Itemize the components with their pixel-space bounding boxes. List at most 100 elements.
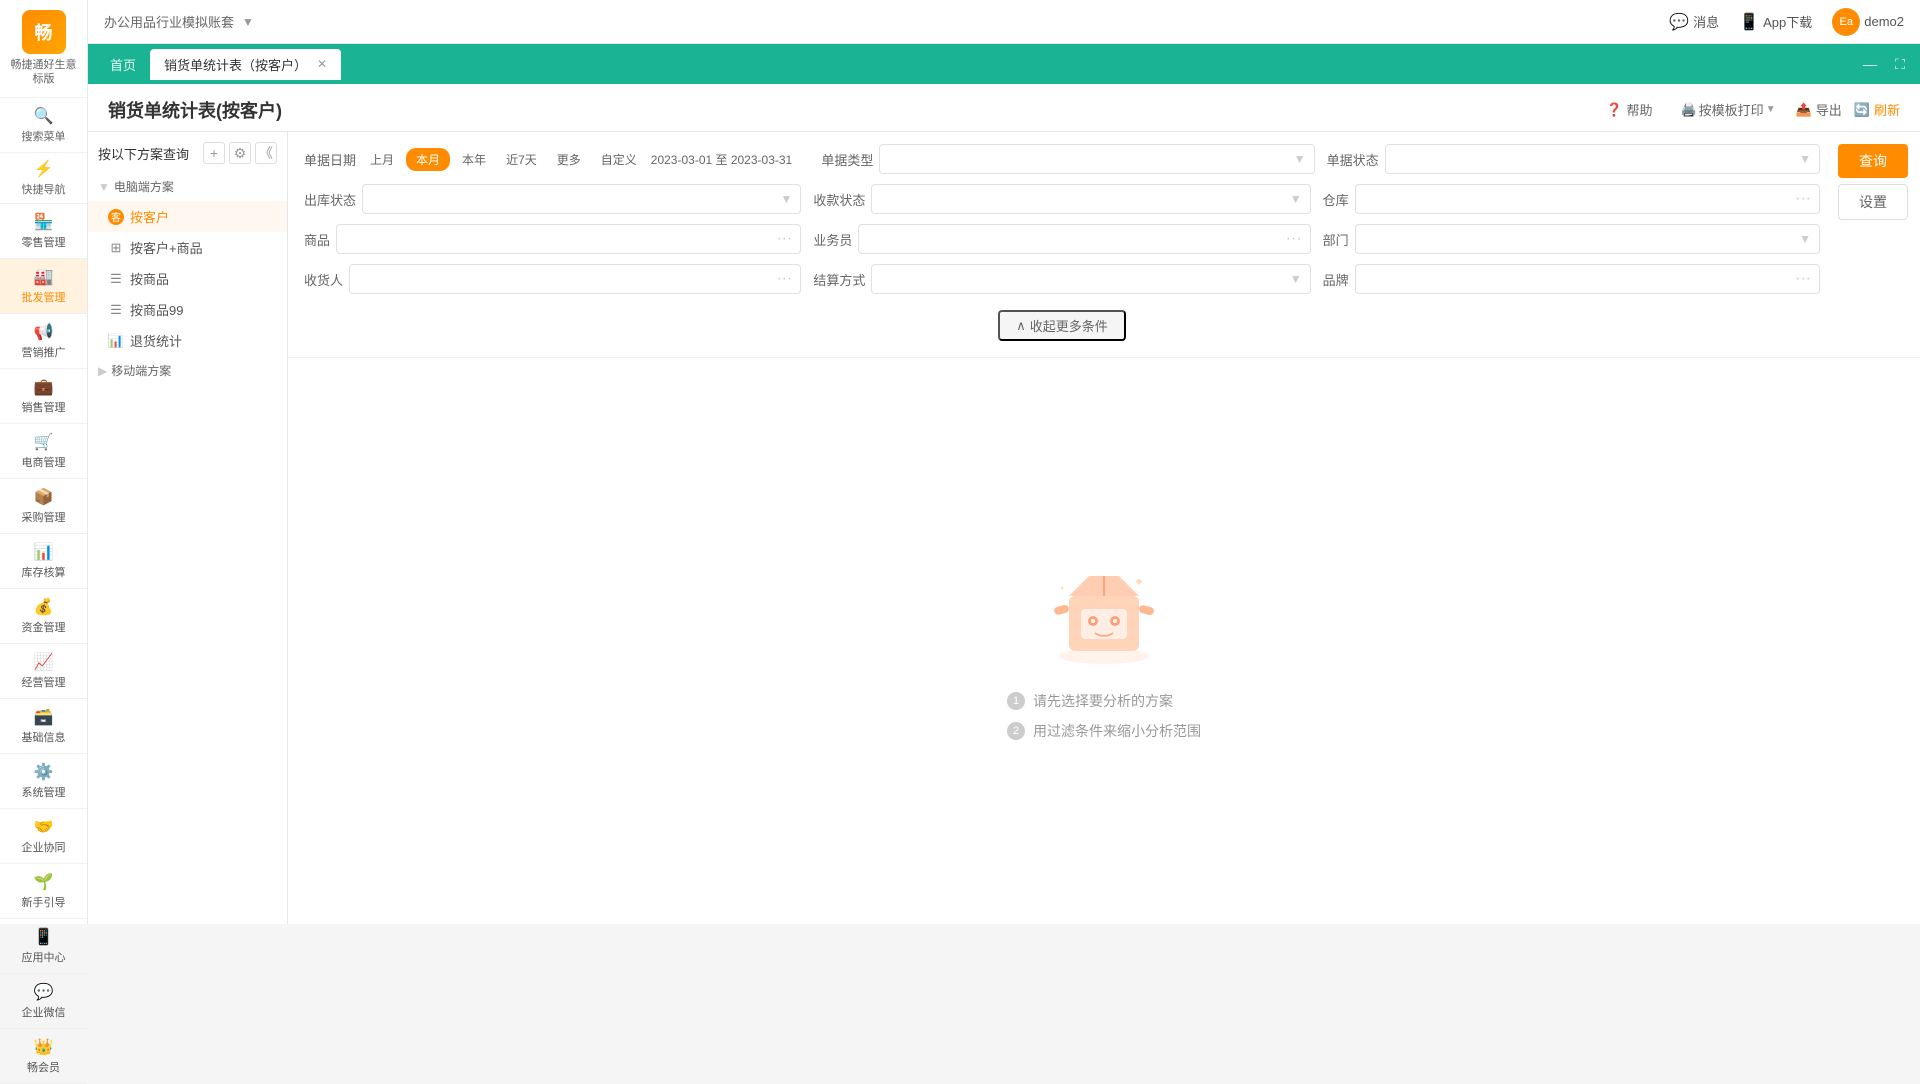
sidebar-item-finance[interactable]: 💰 资金管理 bbox=[0, 589, 87, 644]
date-btn-this-month[interactable]: 本月 bbox=[406, 148, 450, 171]
recipient-dots-icon[interactable]: ··· bbox=[776, 270, 792, 288]
date-btn-this-year[interactable]: 本年 bbox=[454, 148, 494, 171]
settlement-label: 结算方式 bbox=[813, 270, 865, 289]
sidebar-item-sales-label: 销售管理 bbox=[22, 399, 66, 415]
goods-dots-icon[interactable]: ··· bbox=[776, 230, 792, 248]
tab-home[interactable]: 首页 bbox=[96, 49, 150, 80]
sidebar-item-member[interactable]: 👑 畅会员 bbox=[0, 1029, 87, 1084]
scheme-collapse-btn[interactable]: 《 bbox=[255, 142, 277, 164]
message-action[interactable]: 💬 消息 bbox=[1669, 12, 1719, 32]
goods-select[interactable]: ··· bbox=[336, 224, 801, 254]
tab-home-label: 首页 bbox=[110, 55, 136, 74]
tab-close-icon[interactable]: ✕ bbox=[317, 57, 327, 71]
newbie-icon: 🌱 bbox=[34, 872, 54, 892]
sidebar-item-inventory[interactable]: 📊 库存核算 bbox=[0, 534, 87, 589]
date-btn-custom[interactable]: 自定义 bbox=[593, 148, 645, 171]
scheme-item-return-stat-label: 退货统计 bbox=[130, 331, 182, 350]
scheme-panel-header: 按以下方案查询 + ⚙ 《 bbox=[88, 142, 287, 172]
sidebar-item-sales[interactable]: 💼 销售管理 bbox=[0, 369, 87, 424]
scheme-section-desktop-header[interactable]: ▼ 电脑端方案 bbox=[88, 172, 287, 201]
sidebar-item-system[interactable]: ⚙️ 系统管理 bbox=[0, 754, 87, 809]
breadcrumb-dropdown-icon[interactable]: ▼ bbox=[242, 15, 254, 29]
out-status-select[interactable]: ▼ bbox=[362, 184, 801, 214]
chevron-down-icon: ▼ bbox=[98, 180, 110, 194]
filter-date-group: 单据日期 上月 本月 本年 近7天 更多 自定义 2023-03-01 至 20… bbox=[304, 148, 809, 171]
scheme-item-by-goods[interactable]: ☰ 按商品 bbox=[88, 263, 287, 294]
scheme-add-btn[interactable]: + bbox=[203, 142, 225, 164]
warehouse-select[interactable]: ··· bbox=[1355, 184, 1820, 214]
tab-minimize-btn[interactable]: — bbox=[1858, 52, 1882, 76]
export-btn[interactable]: 📤 导出 bbox=[1796, 100, 1842, 119]
salesperson-dots-icon[interactable]: ··· bbox=[1286, 230, 1302, 248]
scheme-item-return-stat[interactable]: 📊 退货统计 bbox=[88, 325, 287, 356]
empty-tips: 1 请先选择要分析的方案 2 用过滤条件来缩小分析范围 bbox=[1007, 691, 1201, 741]
settlement-select[interactable]: ▼ bbox=[871, 264, 1310, 294]
logo-text: 畅捷通好生意标版 bbox=[11, 58, 77, 87]
doc-status-select[interactable]: ▼ bbox=[1385, 144, 1820, 174]
dept-select[interactable]: ▼ bbox=[1355, 224, 1820, 254]
scheme-item-by-goods-99[interactable]: ☰ 按商品99 bbox=[88, 294, 287, 325]
sidebar-nav[interactable]: ⚡ 快捷导航 bbox=[0, 153, 87, 204]
header-right: 💬 消息 📱 App下载 Ea demo2 bbox=[1669, 8, 1904, 36]
tip-2-num: 2 bbox=[1007, 722, 1025, 740]
receipt-status-select[interactable]: ▼ bbox=[871, 184, 1310, 214]
sidebar-item-marketing[interactable]: 📢 营销推广 bbox=[0, 314, 87, 369]
scheme-section-mobile-header[interactable]: ▶ 移动端方案 bbox=[88, 356, 287, 385]
collapse-btn[interactable]: ∧ 收起更多条件 bbox=[998, 310, 1126, 341]
sidebar-item-purchase[interactable]: 📦 采购管理 bbox=[0, 479, 87, 534]
doc-type-select[interactable]: ▼ bbox=[879, 144, 1314, 174]
tab-maximize-btn[interactable]: ⛶ bbox=[1888, 52, 1912, 76]
filter-warehouse: 仓库 ··· bbox=[1323, 184, 1820, 214]
sidebar-search[interactable]: 🔍 搜索菜单 bbox=[0, 98, 87, 153]
salesperson-select[interactable]: ··· bbox=[858, 224, 1310, 254]
doc-type-arrow-icon: ▼ bbox=[1294, 152, 1306, 166]
nav-icon: ⚡ bbox=[34, 159, 54, 179]
filter-settlement: 结算方式 ▼ bbox=[813, 264, 1310, 294]
receipt-status-arrow-icon: ▼ bbox=[1290, 192, 1302, 206]
brand-select[interactable]: ··· bbox=[1355, 264, 1820, 294]
filter-doc-status: 单据状态 ▼ bbox=[1327, 144, 1820, 174]
sidebar-item-ecommerce[interactable]: 🛒 电商管理 bbox=[0, 424, 87, 479]
date-btn-last-7[interactable]: 近7天 bbox=[498, 148, 545, 171]
scheme-section-desktop: ▼ 电脑端方案 客 按客户 ⊞ 按客户+商品 ☰ 按商品 bbox=[88, 172, 287, 356]
wholesale-icon: 🏭 bbox=[34, 267, 54, 287]
filter-row-1: 单据日期 上月 本月 本年 近7天 更多 自定义 2023-03-01 至 20… bbox=[304, 144, 1820, 174]
sidebar-item-retail[interactable]: 🏪 零售管理 bbox=[0, 204, 87, 259]
sidebar-item-operation[interactable]: 📈 经营管理 bbox=[0, 644, 87, 699]
sidebar-item-newbie[interactable]: 🌱 新手引导 bbox=[0, 864, 87, 919]
message-icon: 💬 bbox=[1669, 12, 1689, 32]
filter-receipt-status: 收款状态 ▼ bbox=[813, 184, 1310, 214]
by-customer-goods-icon: ⊞ bbox=[108, 240, 124, 256]
avatar: Ea bbox=[1832, 8, 1860, 36]
refresh-btn[interactable]: 🔄 刷新 bbox=[1854, 100, 1900, 119]
app-download-action[interactable]: 📱 App下载 bbox=[1739, 12, 1812, 32]
scheme-item-by-customer-goods[interactable]: ⊞ 按客户+商品 bbox=[88, 232, 287, 263]
header: 办公用品行业模拟账套 ▼ 💬 消息 📱 App下载 Ea demo2 bbox=[88, 0, 1920, 44]
query-btn[interactable]: 查询 bbox=[1838, 144, 1908, 178]
sidebar-item-base-label: 基础信息 bbox=[22, 729, 66, 745]
settings-btn[interactable]: 设置 bbox=[1838, 184, 1908, 220]
help-btn[interactable]: ❓ 帮助 bbox=[1598, 96, 1660, 123]
user-action[interactable]: Ea demo2 bbox=[1832, 8, 1904, 36]
help-icon: ❓ bbox=[1606, 102, 1622, 118]
scheme-item-by-customer[interactable]: 客 按客户 bbox=[88, 201, 287, 232]
finance-icon: 💰 bbox=[34, 597, 54, 617]
print-btn[interactable]: 🖨️ 按模板打印 ▼ bbox=[1672, 96, 1783, 123]
date-btn-more[interactable]: 更多 bbox=[549, 148, 589, 171]
by-goods-icon: ☰ bbox=[108, 271, 124, 287]
help-label: 帮助 bbox=[1626, 100, 1652, 119]
print-dropdown-icon: ▼ bbox=[1766, 104, 1776, 115]
recipient-select[interactable]: ··· bbox=[349, 264, 801, 294]
filter-row-2: 出库状态 ▼ 收款状态 ▼ bbox=[304, 184, 1820, 214]
sidebar-item-enterprise[interactable]: 🤝 企业协同 bbox=[0, 809, 87, 864]
sidebar-item-wholesale[interactable]: 🏭 批发管理 bbox=[0, 259, 87, 314]
date-btn-prev-month[interactable]: 上月 bbox=[362, 148, 402, 171]
brand-dots-icon[interactable]: ··· bbox=[1795, 270, 1811, 288]
tab-sales-stat[interactable]: 销货单统计表（按客户） ✕ bbox=[150, 49, 341, 80]
scheme-settings-btn[interactable]: ⚙ bbox=[229, 142, 251, 164]
sidebar-item-wechat[interactable]: 💬 企业微信 bbox=[0, 974, 87, 1029]
warehouse-dots-icon[interactable]: ··· bbox=[1795, 190, 1811, 208]
sidebar-item-base[interactable]: 🗃️ 基础信息 bbox=[0, 699, 87, 754]
sidebar-item-appcenter[interactable]: 📱 应用中心 bbox=[0, 919, 87, 974]
filter-doc-type: 单据类型 ▼ bbox=[821, 144, 1314, 174]
